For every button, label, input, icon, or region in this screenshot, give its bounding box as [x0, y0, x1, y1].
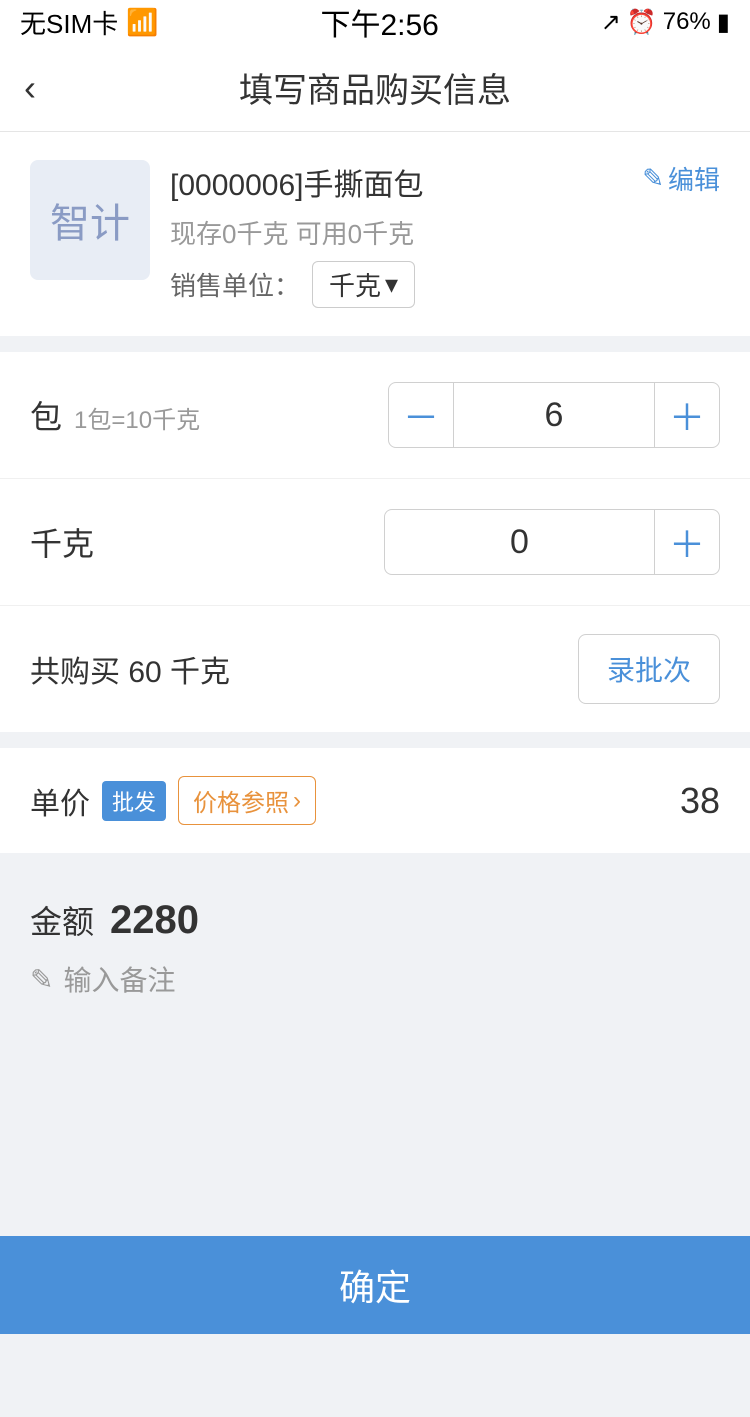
qty-input-bao[interactable]: [454, 382, 654, 448]
product-card: 智计 [0000006]手撕面包 ✎ 编辑 现存0千克 可用0千克 销售单位： …: [0, 132, 750, 336]
quantity-controls-bao: － ＋: [388, 382, 720, 448]
qty-plus-bao[interactable]: ＋: [654, 382, 720, 448]
wifi-icon: 📶: [126, 7, 158, 38]
price-left: 单价 批发 价格参照 ›: [30, 776, 316, 825]
battery-text: 76%: [663, 8, 711, 36]
edit-button[interactable]: ✎ 编辑: [642, 160, 720, 197]
product-logo: 智计: [50, 191, 130, 249]
page-title: 填写商品购买信息: [239, 63, 511, 112]
status-left: 无SIM卡 📶: [20, 4, 159, 41]
price-value: 38: [680, 780, 720, 822]
back-button[interactable]: ‹: [24, 67, 36, 109]
quantity-row-bao: 包 1包=10千克 － ＋: [0, 352, 750, 479]
product-info: [0000006]手撕面包 ✎ 编辑 现存0千克 可用0千克 销售单位： 千克 …: [170, 160, 720, 308]
qty-minus-bao[interactable]: －: [388, 382, 454, 448]
carrier-text: 无SIM卡: [20, 4, 118, 41]
summary-row: 共购买 60 千克 录批次: [0, 606, 750, 732]
product-name-row: [0000006]手撕面包 ✎ 编辑: [170, 160, 720, 204]
price-row: 单价 批发 价格参照 › 38: [30, 776, 720, 825]
edit-label: 编辑: [668, 160, 720, 197]
dropdown-icon: ▾: [385, 269, 398, 300]
status-time: 下午2:56: [320, 0, 438, 44]
price-ref-label: 价格参照: [193, 783, 289, 818]
edit-icon: ✎: [642, 163, 664, 194]
product-name: [0000006]手撕面包: [170, 160, 423, 204]
price-ref-button[interactable]: 价格参照 ›: [178, 776, 316, 825]
amount-value: 2280: [110, 898, 199, 943]
batch-button[interactable]: 录批次: [578, 634, 720, 704]
remark-placeholder: 输入备注: [63, 959, 175, 999]
unit-select[interactable]: 千克 ▾: [312, 261, 415, 308]
product-stock: 现存0千克 可用0千克: [170, 214, 720, 251]
unit-label: 销售单位：: [170, 266, 300, 303]
quantity-controls-kg: ＋: [384, 509, 720, 575]
status-bar: 无SIM卡 📶 下午2:56 ↗ ⏰ 76% ▮: [0, 0, 750, 44]
qty-plus-kg[interactable]: ＋: [654, 509, 720, 575]
quantity-row-kg: 千克 ＋: [0, 479, 750, 606]
remark-icon: ✎: [30, 963, 53, 996]
qty-sublabel-bao: 1包=10千克: [74, 400, 200, 435]
amount-label: 金额: [30, 897, 94, 943]
battery-icon: ▮: [717, 8, 730, 37]
qty-input-kg[interactable]: [384, 509, 654, 575]
price-ref-icon: ›: [293, 787, 301, 815]
qty-label-text-kg: 千克: [30, 519, 94, 565]
nav-bar: ‹ 填写商品购买信息: [0, 44, 750, 132]
quantity-label-kg: 千克: [30, 519, 94, 565]
alarm-icon: ⏰: [627, 8, 657, 37]
amount-section: 金额 2280 ✎ 输入备注: [0, 869, 750, 1019]
confirm-button[interactable]: 确定: [0, 1236, 750, 1334]
product-image: 智计: [30, 160, 150, 280]
quantity-label-bao: 包 1包=10千克: [30, 392, 200, 438]
product-unit-row: 销售单位： 千克 ▾: [170, 261, 720, 308]
location-icon: ↗: [601, 8, 621, 37]
status-right: ↗ ⏰ 76% ▮: [601, 8, 730, 37]
qty-label-text-bao: 包: [30, 392, 62, 438]
quantity-section: 包 1包=10千克 － ＋ 千克 ＋ 共购买 60 千克 录批次: [0, 352, 750, 732]
summary-text: 共购买 60 千克: [30, 647, 230, 691]
amount-row: 金额 2280: [30, 897, 720, 943]
price-badge: 批发: [102, 781, 166, 821]
price-label: 单价: [30, 779, 90, 823]
price-section: 单价 批发 价格参照 › 38: [0, 748, 750, 853]
remark-row[interactable]: ✎ 输入备注: [30, 959, 720, 999]
unit-value: 千克: [329, 266, 381, 303]
